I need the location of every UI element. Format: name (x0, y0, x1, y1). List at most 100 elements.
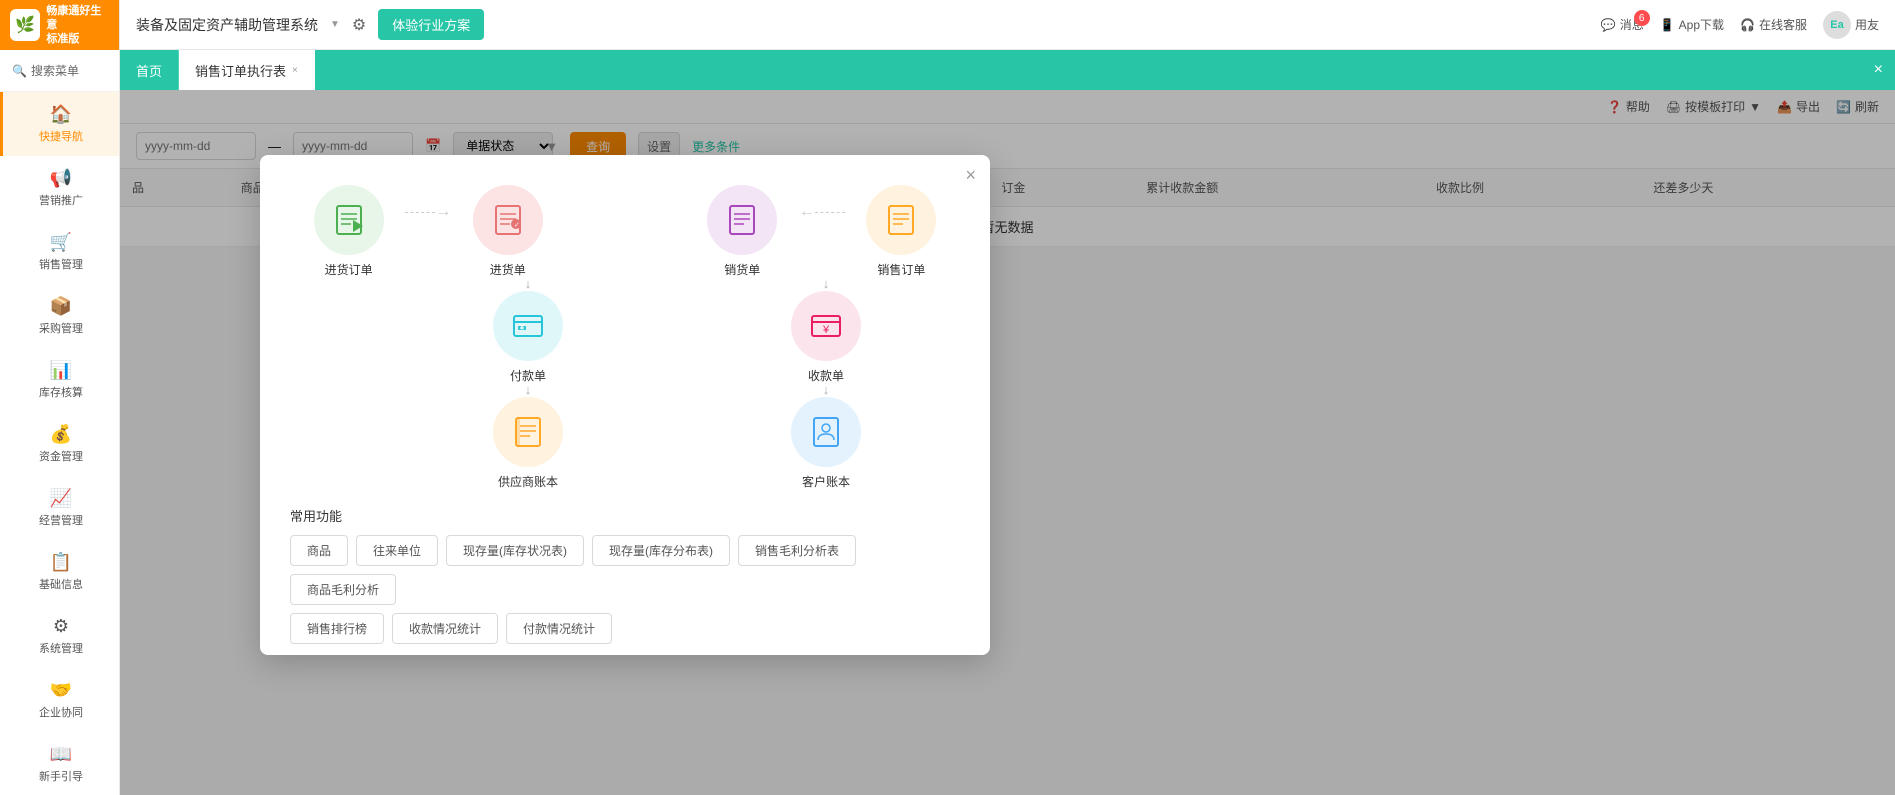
sidebar-item-finance[interactable]: 💰 资金管理 (0, 412, 119, 476)
avatar: Ea (1823, 11, 1851, 39)
guide-icon: 📖 (50, 744, 72, 765)
svg-text:¥: ¥ (518, 322, 525, 332)
func-buttons: 商品往来单位现存量(库存状况表) 现存量(库存分布表) 销售毛利分析表商品毛利分析 (290, 535, 960, 605)
func-buttons-row2: 销售排行榜收款情况统计付款情况统计 (290, 613, 960, 644)
func-btn-6[interactable]: 销售排行榜 (290, 613, 384, 644)
sidebar-item-guide[interactable]: 📖 新手引导 (0, 732, 119, 795)
supplier-ledger-circle (493, 397, 563, 467)
arrow-so-sb: ← (799, 185, 845, 221)
logo-text: 畅康通好生意 标准版 (46, 4, 109, 47)
func-btn-2[interactable]: 现存量(库存状况表) (446, 535, 584, 566)
sidebar-item-label: 系统管理 (39, 640, 83, 656)
tab-home[interactable]: 首页 (120, 50, 179, 90)
sidebar-nav: 🏠 快捷导航 📢 营销推广 🛒 销售管理 📦 采购管理 📊 库存核算 💰 (0, 92, 119, 795)
sidebar-item-label: 库存核算 (39, 384, 83, 400)
flow-node-sales-bill[interactable]: 销货单 (684, 185, 801, 278)
top-header: 装备及固定资产辅助管理系统 ▼ ⚙ 体验行业方案 💬 消息 6 📱 App下载 … (120, 0, 1895, 50)
sidebar-item-label: 企业协同 (39, 704, 83, 720)
sidebar-item-label: 新手引导 (39, 768, 83, 784)
logo-icon: 🌿 (10, 9, 40, 41)
sidebar-item-marketing[interactable]: 📢 营销推广 (0, 156, 119, 220)
func-btn-7[interactable]: 收款情况统计 (392, 613, 498, 644)
collab-icon: 🤝 (50, 680, 72, 701)
user-action[interactable]: Ea 用友 (1823, 11, 1879, 39)
flow-node-purchase-bill[interactable]: ✓ 进货单 (449, 185, 566, 278)
main-content: 装备及固定资产辅助管理系统 ▼ ⚙ 体验行业方案 💬 消息 6 📱 App下载 … (120, 0, 1895, 795)
try-button[interactable]: 体验行业方案 (378, 9, 484, 40)
flow-node-receipt[interactable]: ¥ 收款单 (766, 291, 886, 384)
home-icon: 🏠 (50, 104, 72, 125)
app-download-action[interactable]: 📱 App下载 (1660, 16, 1724, 33)
sidebar-search[interactable]: 🔍 搜索菜单 (0, 50, 119, 92)
sales-bill-circle (707, 185, 777, 255)
tab-home-label: 首页 (136, 61, 162, 80)
common-func-section: 常用功能 商品往来单位现存量(库存状况表)现存量(库存分布表)销售毛利分析表商品… (290, 506, 960, 644)
online-service-label: 在线客服 (1759, 16, 1807, 33)
header-actions: 💬 消息 6 📱 App下载 🎧 在线客服 Ea 用友 (1601, 11, 1879, 39)
supplier-ledger-label: 供应商账本 (498, 473, 558, 490)
user-name: 用友 (1855, 16, 1879, 33)
sidebar-item-inventory[interactable]: 📊 库存核算 (0, 348, 119, 412)
page-body: ❓ 帮助 🖨 按模板打印 ▼ 📤 导出 🔄 刷新 (120, 90, 1895, 795)
svg-text:✓: ✓ (514, 222, 520, 229)
down-arrow-so: ↓ (766, 276, 886, 291)
modal-close-button[interactable]: × (965, 165, 976, 186)
purchase-order-circle (314, 185, 384, 255)
online-service-action[interactable]: 🎧 在线客服 (1740, 16, 1807, 33)
message-badge: 6 (1634, 10, 1650, 26)
func-btn-4[interactable]: 销售毛利分析表 (738, 535, 856, 566)
search-menu-button[interactable]: 🔍 搜索菜单 (8, 58, 111, 83)
sidebar-item-operation[interactable]: 📈 经营管理 (0, 476, 119, 540)
flow-node-customer-ledger[interactable]: 客户账本 (766, 397, 886, 490)
system-icon: ⚙ (53, 616, 69, 637)
flow-node-sales-order[interactable]: 销售订单 (843, 185, 960, 278)
system-dropdown-arrow[interactable]: ▼ (330, 19, 340, 30)
customer-ledger-circle (791, 397, 861, 467)
sidebar-item-label: 基础信息 (39, 576, 83, 592)
flow-node-purchase-order[interactable]: 进货订单 (290, 185, 407, 278)
purchase-icon: 📦 (50, 296, 72, 317)
sidebar-item-label: 采购管理 (39, 320, 83, 336)
modal-overlay[interactable]: × 进货订单 (120, 90, 1895, 795)
system-title: 装备及固定资产辅助管理系统 (136, 15, 318, 35)
arrow-po-pb: → (405, 185, 451, 221)
sidebar-item-label: 销售管理 (39, 256, 83, 272)
func-btn-0[interactable]: 商品 (290, 535, 348, 566)
sidebar-item-purchase[interactable]: 📦 采购管理 (0, 284, 119, 348)
sidebar-item-system[interactable]: ⚙ 系统管理 (0, 604, 119, 668)
flow-section: 进货订单 → ✓ (290, 185, 960, 490)
modal-box: × 进货订单 (260, 155, 990, 655)
operation-icon: 📈 (50, 488, 72, 509)
finance-icon: 💰 (50, 424, 72, 445)
sidebar-item-collab[interactable]: 🤝 企业协同 (0, 668, 119, 732)
func-btn-3[interactable]: 现存量(库存分布表) (592, 535, 730, 566)
purchase-bill-circle: ✓ (473, 185, 543, 255)
tab-sales-label: 销售订单执行表 (195, 61, 286, 80)
message-icon: 💬 (1601, 18, 1616, 32)
func-btn-5[interactable]: 商品毛利分析 (290, 574, 396, 605)
inventory-icon: 📊 (50, 360, 72, 381)
sidebar-item-label: 营销推广 (39, 192, 83, 208)
receipt-circle: ¥ (791, 291, 861, 361)
flow-node-supplier-ledger[interactable]: 供应商账本 (468, 397, 588, 490)
func-btn-1[interactable]: 往来单位 (356, 535, 438, 566)
message-action[interactable]: 💬 消息 6 (1601, 16, 1644, 33)
flow-node-payment[interactable]: ¥ 付款单 (468, 291, 588, 384)
sidebar-item-sales[interactable]: 🛒 销售管理 (0, 220, 119, 284)
sales-icon: 🛒 (50, 232, 72, 253)
sidebar-item-basic[interactable]: 📋 基础信息 (0, 540, 119, 604)
sales-bill-label: 销货单 (724, 261, 760, 278)
tab-close-icon[interactable]: × (292, 65, 298, 76)
purchase-order-label: 进货订单 (325, 261, 373, 278)
tab-bar: 首页 销售订单执行表 × × (120, 50, 1895, 90)
sidebar-item-label: 快捷导航 (39, 128, 83, 144)
search-icon: 🔍 (12, 64, 27, 78)
func-btn-8[interactable]: 付款情况统计 (506, 613, 612, 644)
tab-sales-order-exec[interactable]: 销售订单执行表 × (179, 50, 315, 90)
sales-order-circle (866, 185, 936, 255)
sidebar-item-quick-nav[interactable]: 🏠 快捷导航 (0, 92, 119, 156)
close-all-button[interactable]: × (1862, 50, 1895, 90)
app-logo: 🌿 畅康通好生意 标准版 (0, 0, 119, 50)
settings-icon[interactable]: ⚙ (352, 15, 366, 35)
payment-circle: ¥ (493, 291, 563, 361)
